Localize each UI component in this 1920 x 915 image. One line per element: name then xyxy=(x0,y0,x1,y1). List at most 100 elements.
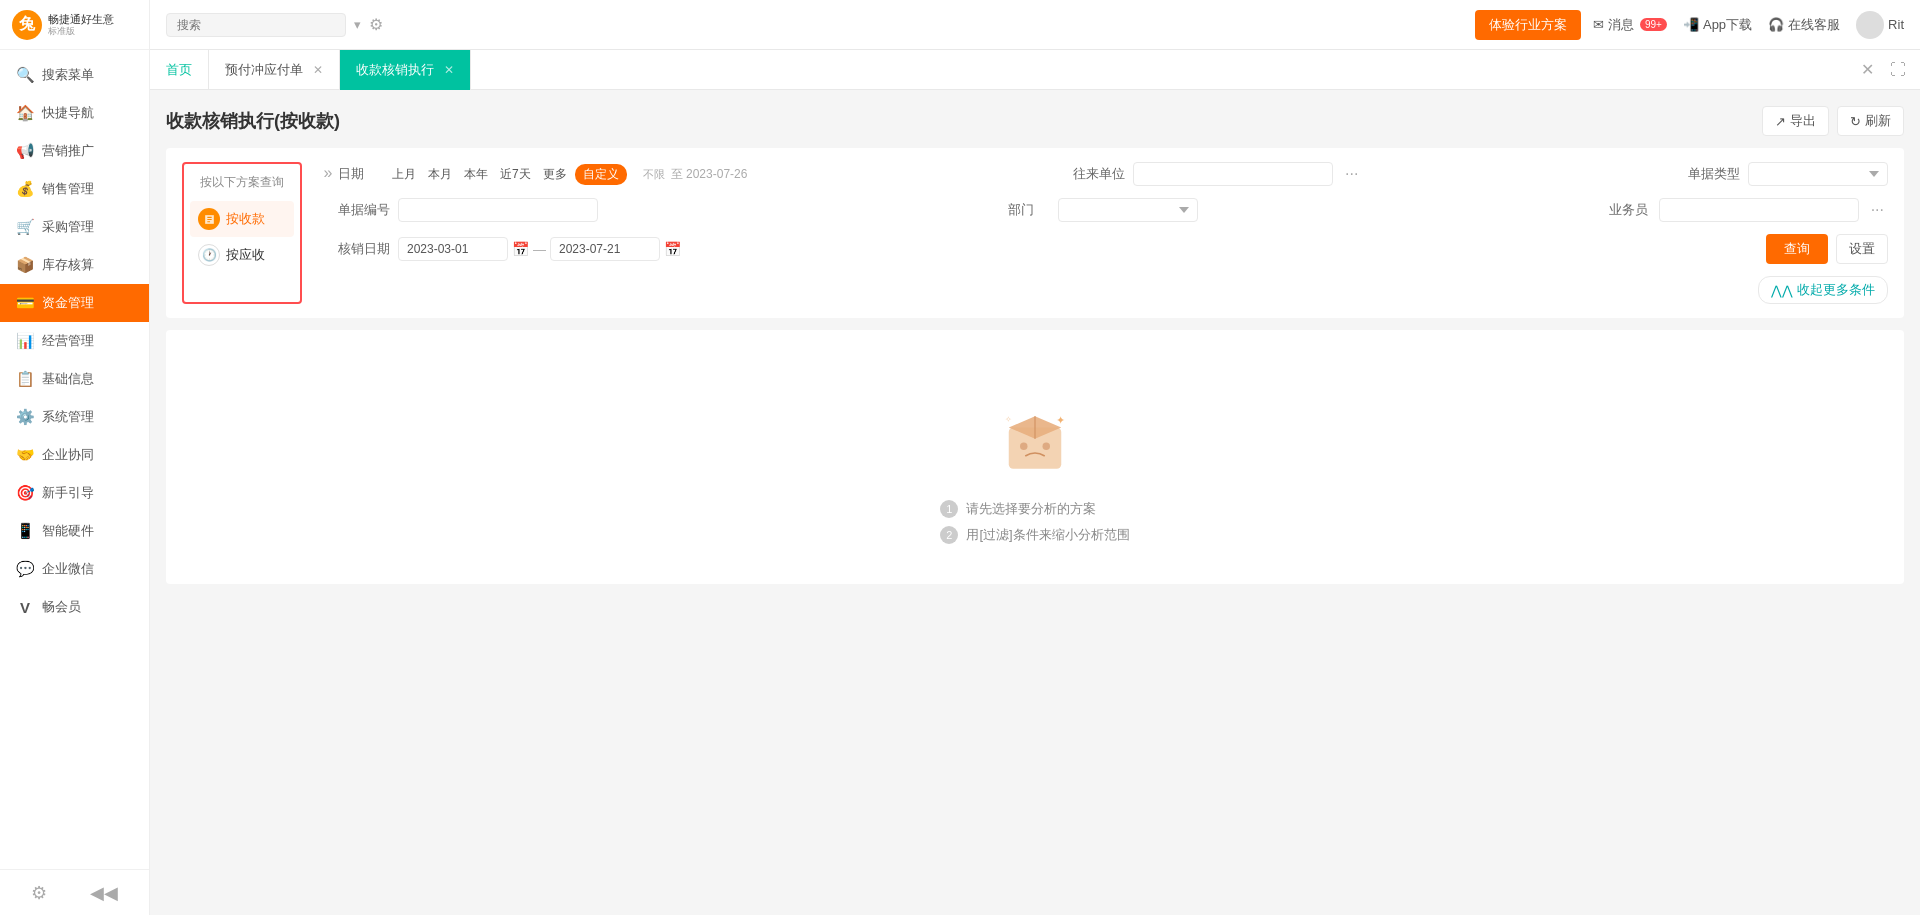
system-icon: ⚙️ xyxy=(16,408,34,426)
date-shortcuts: 上月 本月 本年 近7天 更多 自定义 xyxy=(388,164,627,185)
partner-more-icon[interactable]: ··· xyxy=(1341,165,1362,183)
svg-point-4 xyxy=(1043,443,1051,451)
chevron-down-icon[interactable]: ▾ xyxy=(354,17,361,32)
user-area[interactable]: Rit xyxy=(1856,11,1904,39)
purchase-icon: 🛒 xyxy=(16,218,34,236)
search-input[interactable] xyxy=(166,13,346,37)
member-icon: V xyxy=(16,599,34,616)
app-icon: 📲 xyxy=(1683,17,1699,32)
filter-row-1: 日期 上月 本月 本年 近7天 更多 自定义 不限 至 2023-07-26 xyxy=(338,162,1888,186)
shortcut-this-year[interactable]: 本年 xyxy=(460,164,492,185)
message-badge: 99+ xyxy=(1640,18,1667,31)
date-range-display: 不限 至 2023-07-26 xyxy=(643,166,748,183)
sidebar-item-purchase[interactable]: 🛒 采购管理 xyxy=(0,208,149,246)
collapse-sidebar-icon[interactable]: ◀◀ xyxy=(90,882,118,904)
logo-text: 畅捷通好生意 标准版 xyxy=(48,12,114,38)
message-button[interactable]: ✉ 消息 99+ xyxy=(1593,16,1667,34)
partner-input[interactable] xyxy=(1133,162,1333,186)
sidebar-item-collab[interactable]: 🤝 企业协同 xyxy=(0,436,149,474)
page-actions: ↗ 导出 ↻ 刷新 xyxy=(1762,106,1904,136)
close-tab-icon[interactable]: ✕ xyxy=(1857,56,1878,83)
doc-no-field: 单据编号 xyxy=(338,198,598,222)
basics-icon: 📋 xyxy=(16,370,34,388)
tab-receipt-verify[interactable]: 收款核销执行 ✕ xyxy=(340,50,471,90)
dept-field: 部门 xyxy=(1008,198,1198,222)
filter-row-3: 核销日期 📅 — 📅 查询 设置 xyxy=(338,234,1888,264)
verify-date-end-calendar-icon[interactable]: 📅 xyxy=(664,241,681,257)
collapse-panel-button[interactable]: » xyxy=(318,162,338,304)
sales-icon: 💰 xyxy=(16,180,34,198)
sidebar-item-quick-nav[interactable]: 🏠 快捷导航 xyxy=(0,94,149,132)
shortcut-custom[interactable]: 自定义 xyxy=(575,164,627,185)
sidebar-menu: 🔍 搜索菜单 🏠 快捷导航 📢 营销推广 💰 销售管理 🛒 采购管理 📦 库存核… xyxy=(0,50,149,869)
sidebar-item-hardware[interactable]: 📱 智能硬件 xyxy=(0,512,149,550)
collab-icon: 🤝 xyxy=(16,446,34,464)
no-limit-label: 不限 xyxy=(643,167,665,182)
tab-prepay[interactable]: 预付冲应付单 ✕ xyxy=(209,50,340,90)
tab-close-receipt-verify[interactable]: ✕ xyxy=(444,63,454,77)
industry-button[interactable]: 体验行业方案 xyxy=(1475,10,1581,40)
username-label: Rit xyxy=(1888,17,1904,32)
sidebar-item-member[interactable]: V 畅会员 xyxy=(0,588,149,626)
doc-no-input[interactable] xyxy=(398,198,598,222)
shortcut-7days[interactable]: 近7天 xyxy=(496,164,535,185)
partner-label: 往来单位 xyxy=(1073,165,1125,183)
sidebar-item-guide[interactable]: 🎯 新手引导 xyxy=(0,474,149,512)
sidebar-item-wechat[interactable]: 💬 企业微信 xyxy=(0,550,149,588)
sidebar-item-search[interactable]: 🔍 搜索菜单 xyxy=(0,56,149,94)
wechat-icon: 💬 xyxy=(16,560,34,578)
collapse-more-area: ⋀⋀ 收起更多条件 xyxy=(338,276,1888,304)
settings-button[interactable]: 设置 xyxy=(1836,234,1888,264)
shortcut-more[interactable]: 更多 xyxy=(539,164,571,185)
verify-date-start-calendar-icon[interactable]: 📅 xyxy=(512,241,529,257)
query-button[interactable]: 查询 xyxy=(1766,234,1828,264)
verify-date-label: 核销日期 xyxy=(338,240,390,258)
sidebar-item-inventory[interactable]: 📦 库存核算 xyxy=(0,246,149,284)
sidebar-bottom: ⚙ ◀◀ xyxy=(0,869,149,915)
svg-text:✦: ✦ xyxy=(1056,414,1065,426)
tip-num-1: 1 xyxy=(940,500,958,518)
search-icon: 🔍 xyxy=(16,66,34,84)
verify-date-end-input[interactable] xyxy=(550,237,660,261)
tab-close-prepay[interactable]: ✕ xyxy=(313,63,323,77)
doc-type-label: 单据类型 xyxy=(1688,165,1740,183)
online-service-button[interactable]: 🎧 在线客服 xyxy=(1768,16,1840,34)
employee-more-icon[interactable]: ··· xyxy=(1867,201,1888,219)
collapse-more-button[interactable]: ⋀⋀ 收起更多条件 xyxy=(1758,276,1888,304)
topbar-search-area: ▾ ⚙ xyxy=(166,13,1463,37)
finance-icon: 💳 xyxy=(16,294,34,312)
home-icon: 🏠 xyxy=(16,104,34,122)
employee-field: 业务员 ··· xyxy=(1609,198,1888,222)
refresh-button[interactable]: ↻ 刷新 xyxy=(1837,106,1904,136)
svg-text:✧: ✧ xyxy=(1005,415,1012,424)
page-header: 收款核销执行(按收款) ↗ 导出 ↻ 刷新 xyxy=(166,106,1904,136)
shortcut-last-month[interactable]: 上月 xyxy=(388,164,420,185)
sidebar-item-finance[interactable]: 💳 资金管理 xyxy=(0,284,149,322)
sidebar-item-operations[interactable]: 📊 经营管理 xyxy=(0,322,149,360)
sidebar-item-system[interactable]: ⚙️ 系统管理 xyxy=(0,398,149,436)
filter-option-receivable[interactable]: 🕐 按应收 xyxy=(190,237,294,273)
date-to-display: 至 2023-07-26 xyxy=(671,166,748,183)
export-icon: ↗ xyxy=(1775,114,1786,129)
verify-date-range: 📅 — 📅 xyxy=(398,237,681,261)
shortcut-this-month[interactable]: 本月 xyxy=(424,164,456,185)
export-button[interactable]: ↗ 导出 xyxy=(1762,106,1829,136)
dept-select[interactable] xyxy=(1058,198,1198,222)
expand-icon[interactable]: ⛶ xyxy=(1886,57,1910,83)
gear-icon[interactable]: ⚙ xyxy=(369,15,383,34)
chevron-up-icon: ⋀⋀ xyxy=(1771,283,1793,298)
filter-option-receipt[interactable]: 按收款 xyxy=(190,201,294,237)
main-area: ▾ ⚙ 体验行业方案 ✉ 消息 99+ 📲 App下载 🎧 在线客服 Rit xyxy=(150,0,1920,915)
topbar: ▾ ⚙ 体验行业方案 ✉ 消息 99+ 📲 App下载 🎧 在线客服 Rit xyxy=(150,0,1920,50)
doc-type-select[interactable] xyxy=(1748,162,1888,186)
settings-bottom-icon[interactable]: ⚙ xyxy=(31,882,47,904)
sidebar-item-marketing[interactable]: 📢 营销推广 xyxy=(0,132,149,170)
app-download-button[interactable]: 📲 App下载 xyxy=(1683,16,1752,34)
employee-input[interactable] xyxy=(1659,198,1859,222)
sidebar-item-sales[interactable]: 💰 销售管理 xyxy=(0,170,149,208)
sidebar-item-basics[interactable]: 📋 基础信息 xyxy=(0,360,149,398)
logo: 兔 畅捷通好生意 标准版 xyxy=(0,0,149,50)
verify-date-start-input[interactable] xyxy=(398,237,508,261)
logo-icon: 兔 xyxy=(12,10,42,40)
tab-home[interactable]: 首页 xyxy=(150,50,209,90)
